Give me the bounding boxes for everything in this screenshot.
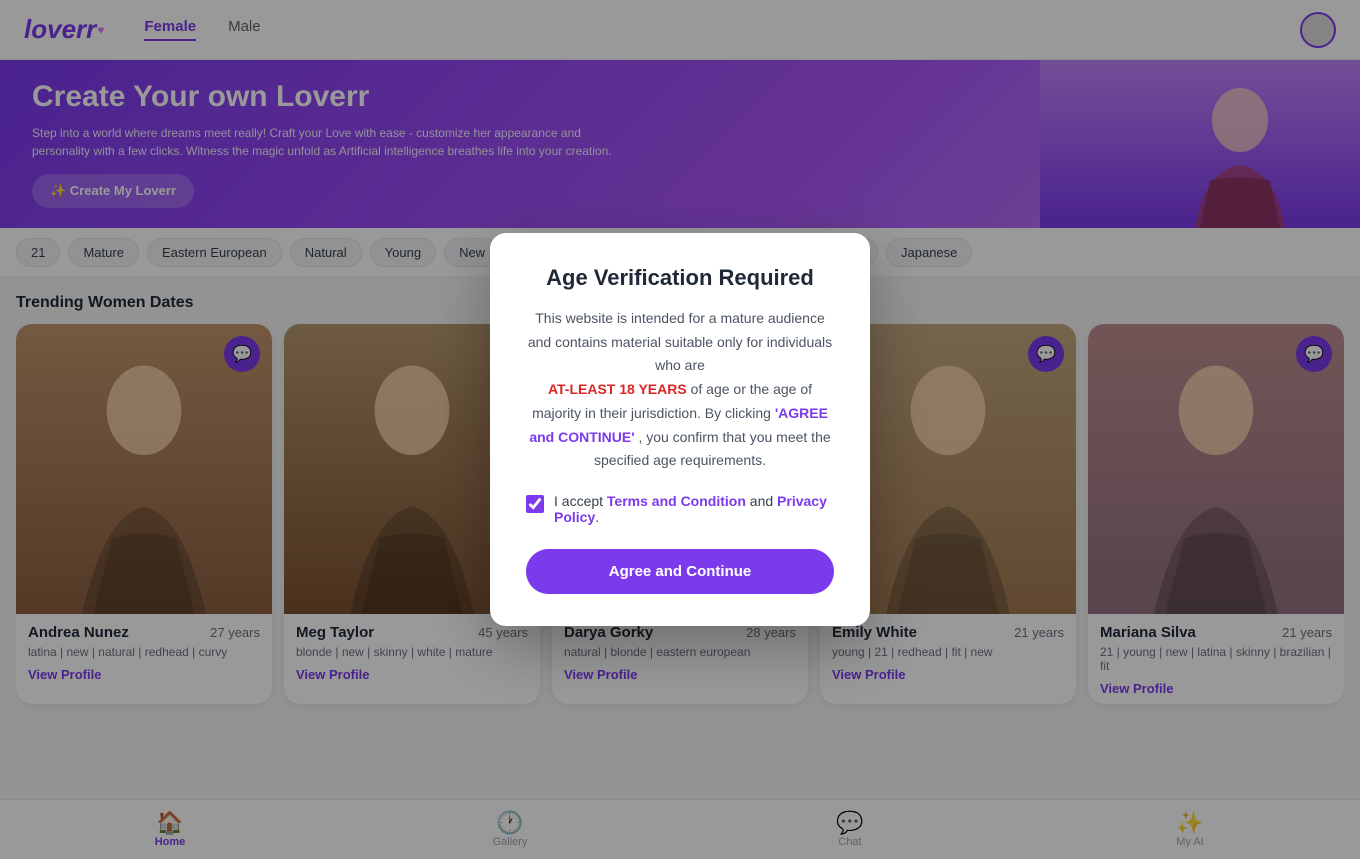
modal-body: This website is intended for a mature au… bbox=[526, 307, 834, 474]
modal-accept-label: I accept Terms and Condition and Privacy… bbox=[554, 493, 834, 525]
modal-overlay: Age Verification Required This website i… bbox=[0, 0, 1360, 859]
modal: Age Verification Required This website i… bbox=[490, 233, 870, 627]
accept-checkbox[interactable] bbox=[526, 495, 544, 513]
modal-highlight: AT-LEAST 18 YEARS bbox=[548, 381, 687, 397]
terms-link[interactable]: Terms and Condition bbox=[607, 493, 746, 509]
modal-title: Age Verification Required bbox=[526, 265, 834, 291]
modal-accept-row: I accept Terms and Condition and Privacy… bbox=[526, 493, 834, 525]
modal-body1: This website is intended for a mature au… bbox=[528, 310, 832, 374]
agree-continue-button[interactable]: Agree and Continue bbox=[526, 549, 834, 594]
